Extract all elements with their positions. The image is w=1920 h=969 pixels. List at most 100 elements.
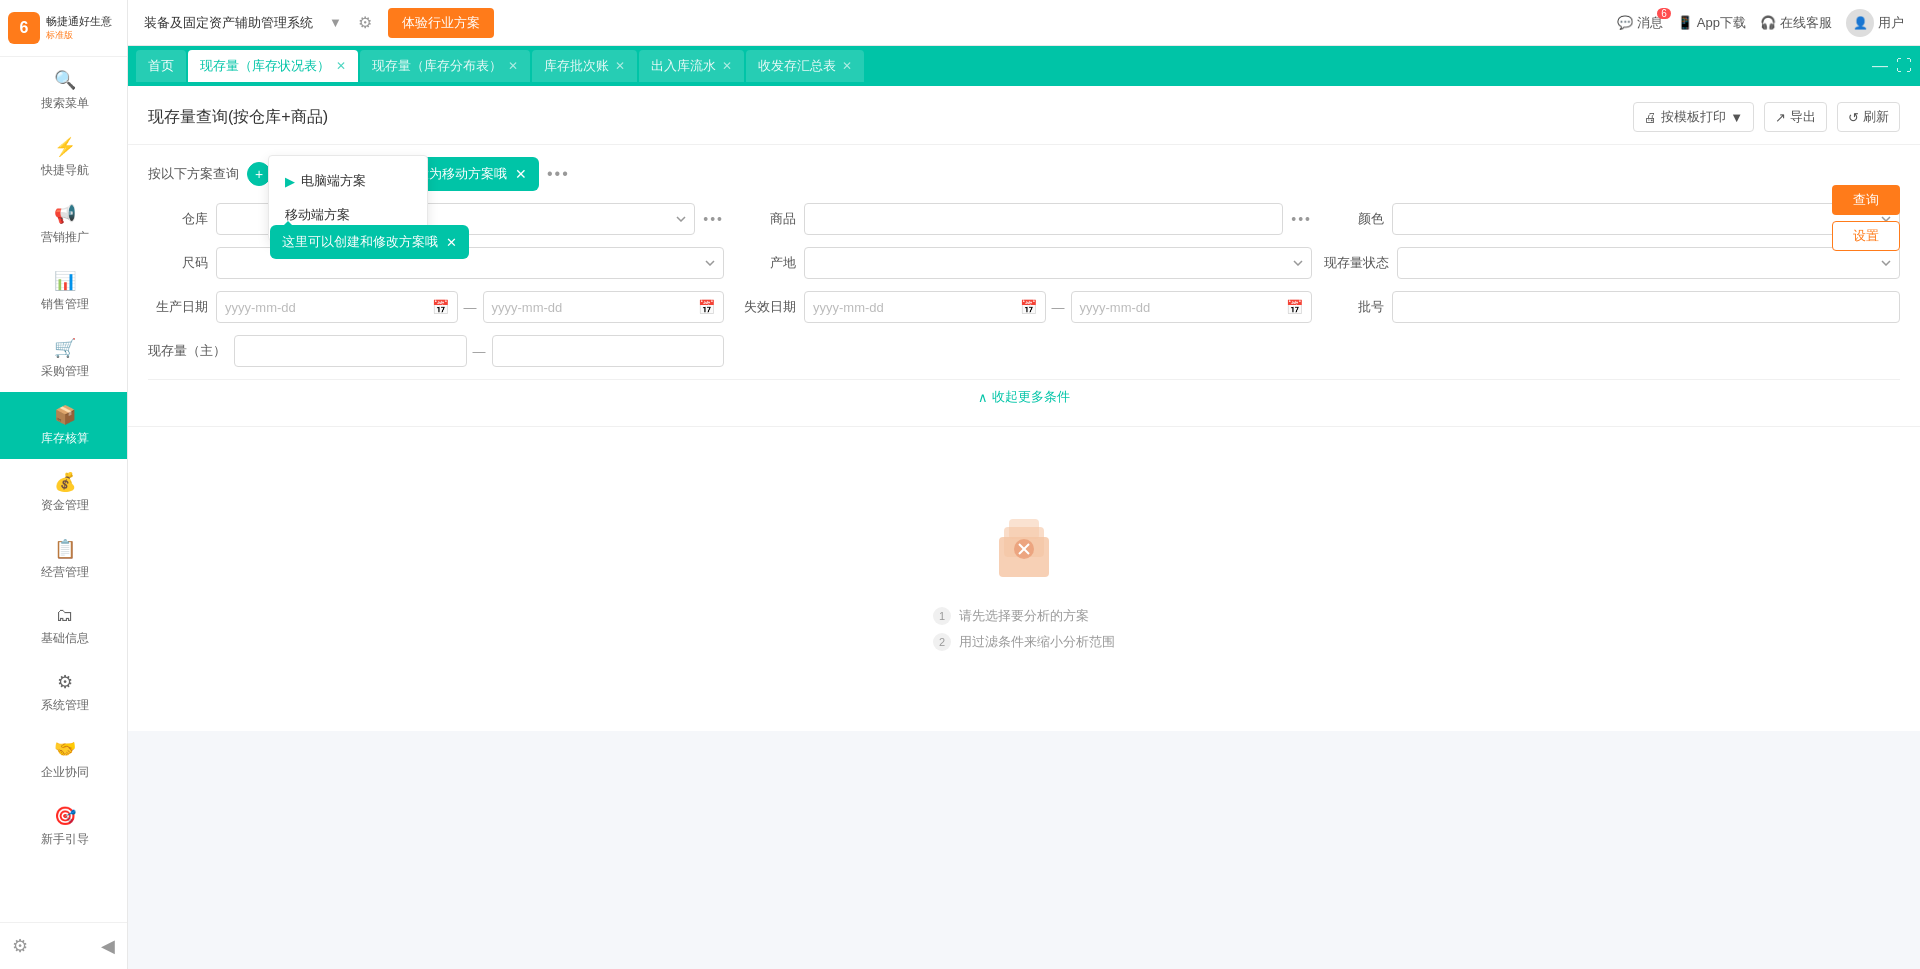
range-sep-qty: — <box>473 344 486 359</box>
header-settings-icon[interactable]: ⚙ <box>358 13 372 32</box>
enterprise-icon: 🤝 <box>54 738 76 760</box>
expand-icon: ▶ <box>285 174 295 189</box>
stock-status-select[interactable] <box>1397 247 1900 279</box>
app-download-btn[interactable]: 📱 App下载 <box>1677 14 1746 32</box>
exp-date-start[interactable]: yyyy-mm-dd 📅 <box>804 291 1046 323</box>
batch-input[interactable] <box>1392 291 1900 323</box>
guide-label: 新手引导 <box>41 831 89 848</box>
sidebar-item-system[interactable]: ⚙系统管理 <box>0 659 127 726</box>
filter-stock-status: 现存量状态 <box>1324 247 1900 279</box>
filter-row-3: 生产日期 yyyy-mm-dd 📅 — yyyy-mm-dd <box>148 291 1900 323</box>
basic-label: 基础信息 <box>41 630 89 647</box>
headset-icon: 🎧 <box>1760 15 1776 30</box>
search-button[interactable]: 查询 <box>1832 185 1900 215</box>
refresh-button[interactable]: ↺ 刷新 <box>1837 102 1900 132</box>
tab-close-inventory_dist[interactable]: ✕ <box>508 59 518 73</box>
tab-batch_account[interactable]: 库存批次账✕ <box>532 50 637 82</box>
filter-label: 按以下方案查询 <box>148 165 239 183</box>
tab-minimize-icon[interactable]: — <box>1872 57 1888 75</box>
tab-close-recv_summary[interactable]: ✕ <box>842 59 852 73</box>
sidebar-item-guide[interactable]: 🎯新手引导 <box>0 793 127 860</box>
exp-date-end[interactable]: yyyy-mm-dd 📅 <box>1071 291 1313 323</box>
sidebar-logo: 6 畅捷通好生意 标准版 <box>0 0 127 57</box>
tab-label-in_out_flow: 出入库流水 <box>651 57 716 75</box>
svg-rect-2 <box>1009 519 1039 539</box>
tab-inventory_status[interactable]: 现存量（库存状况表）✕ <box>188 50 358 82</box>
quick-icon: ⚡ <box>54 136 76 158</box>
tip-num-1: 1 <box>933 607 951 625</box>
finance-label: 资金管理 <box>41 497 89 514</box>
stock-status-label: 现存量状态 <box>1324 254 1389 272</box>
tab-in_out_flow[interactable]: 出入库流水 ✕ <box>639 50 744 82</box>
dropdown-icon[interactable]: ▼ <box>329 15 342 30</box>
mfg-date-end[interactable]: yyyy-mm-dd 📅 <box>483 291 725 323</box>
filter-origin: 产地 <box>736 247 1312 279</box>
sidebar-item-basic[interactable]: 🗂基础信息 <box>0 593 127 659</box>
goods-input[interactable] <box>804 203 1283 235</box>
settings-icon[interactable]: ⚙ <box>12 935 28 957</box>
tab-label-recv_summary: 收发存汇总表 <box>758 57 836 75</box>
sidebar-item-sales[interactable]: 📊销售管理 <box>0 258 127 325</box>
sidebar-bottom: ⚙ ◀ <box>0 922 127 969</box>
print-dropdown-icon: ▼ <box>1730 110 1743 125</box>
collapse-bar: ∧ 收起更多条件 <box>148 379 1900 414</box>
tab-close-batch_account[interactable]: ✕ <box>615 59 625 73</box>
export-button[interactable]: ↗ 导出 <box>1764 102 1827 132</box>
message-btn[interactable]: 💬 消息 6 <box>1617 14 1663 32</box>
qty-main-start[interactable] <box>234 335 467 367</box>
collapse-btn[interactable]: ∧ 收起更多条件 <box>978 388 1070 406</box>
page-header-actions: 🖨 按模板打印 ▼ ↗ 导出 ↺ 刷新 <box>1633 102 1900 132</box>
logo-icon: 6 <box>8 12 40 44</box>
warehouse-label: 仓库 <box>148 210 208 228</box>
set-button[interactable]: 设置 <box>1832 221 1900 251</box>
sidebar-item-search[interactable]: 🔍搜索菜单 <box>0 57 127 124</box>
edit-tooltip-text: 这里可以创建和修改方案哦 <box>282 233 438 251</box>
page-content: 现存量查询(按仓库+商品) 🖨 按模板打印 ▼ ↗ 导出 ↺ <box>128 86 1920 969</box>
tab-close-in_out_flow[interactable]: ✕ <box>722 59 732 73</box>
more-dots-warehouse[interactable]: ••• <box>703 211 724 227</box>
main-content: 装备及固定资产辅助管理系统 ▼ ⚙ 体验行业方案 💬 消息 6 📱 App下载 <box>128 0 1920 969</box>
tab-home[interactable]: 首页 <box>136 50 186 82</box>
tab-close-inventory_status[interactable]: ✕ <box>336 59 346 73</box>
sidebar-item-marketing[interactable]: 📢营销推广 <box>0 191 127 258</box>
mfg-date-start[interactable]: yyyy-mm-dd 📅 <box>216 291 458 323</box>
sidebar-item-inventory[interactable]: 📦库存核算 <box>0 392 127 459</box>
mfg-date-label: 生产日期 <box>148 298 208 316</box>
print-button[interactable]: 🖨 按模板打印 ▼ <box>1633 102 1754 132</box>
filter-qty-main: 现存量（主） — <box>148 335 724 367</box>
sidebar-item-operations[interactable]: 📋经营管理 <box>0 526 127 593</box>
tab-end-actions: — ⛶ <box>1872 57 1912 75</box>
tab-inventory_dist[interactable]: 现存量（库存分布表）✕ <box>360 50 530 82</box>
qty-main-end[interactable] <box>492 335 725 367</box>
sidebar: 6 畅捷通好生意 标准版 🔍搜索菜单⚡快捷导航📢营销推广📊销售管理🛒采购管理📦库… <box>0 0 128 969</box>
calendar-icon-exp-end: 📅 <box>1286 299 1303 315</box>
filter-section: 按以下方案查询 + ✎ ← 电脑方案可设为移动方案哦 ✕ ••• <box>128 145 1920 427</box>
collapse-sidebar-icon[interactable]: ◀ <box>101 935 115 957</box>
sidebar-item-quick[interactable]: ⚡快捷导航 <box>0 124 127 191</box>
sidebar-item-finance[interactable]: 💰 资金管理 <box>0 459 127 526</box>
more-dots-goods[interactable]: ••• <box>1291 211 1312 227</box>
mfg-date-range: yyyy-mm-dd 📅 — yyyy-mm-dd 📅 <box>216 291 724 323</box>
print-icon: 🖨 <box>1644 110 1657 125</box>
sidebar-item-purchase[interactable]: 🛒采购管理 <box>0 325 127 392</box>
empty-state: 1 请先选择要分析的方案 2 用过滤条件来缩小分析范围 <box>128 427 1920 731</box>
refresh-icon: ↺ <box>1848 110 1859 125</box>
user-btn[interactable]: 👤 用户 <box>1846 9 1904 37</box>
scheme-tooltip-close[interactable]: ✕ <box>515 166 527 182</box>
more-dots-1[interactable]: ••• <box>547 165 570 183</box>
exp-date-start-placeholder: yyyy-mm-dd <box>813 300 884 315</box>
finance-icon: 💰 <box>54 471 76 493</box>
online-support-btn[interactable]: 🎧 在线客服 <box>1760 14 1832 32</box>
tab-recv_summary[interactable]: 收发存汇总表 ✕ <box>746 50 864 82</box>
origin-select[interactable] <box>804 247 1312 279</box>
scheme-pc-item[interactable]: ▶ 电脑端方案 <box>269 164 427 198</box>
tab-maximize-icon[interactable]: ⛶ <box>1896 57 1912 75</box>
color-select[interactable] <box>1392 203 1900 235</box>
trial-button[interactable]: 体验行业方案 <box>388 8 494 38</box>
edit-tooltip-close[interactable]: ✕ <box>446 235 457 250</box>
range-sep-exp: — <box>1052 300 1065 315</box>
action-buttons: 查询 设置 <box>1832 185 1900 251</box>
empty-tip-1: 1 请先选择要分析的方案 <box>933 607 1115 625</box>
tip-num-2: 2 <box>933 633 951 651</box>
sidebar-item-enterprise[interactable]: 🤝企业协同 <box>0 726 127 793</box>
